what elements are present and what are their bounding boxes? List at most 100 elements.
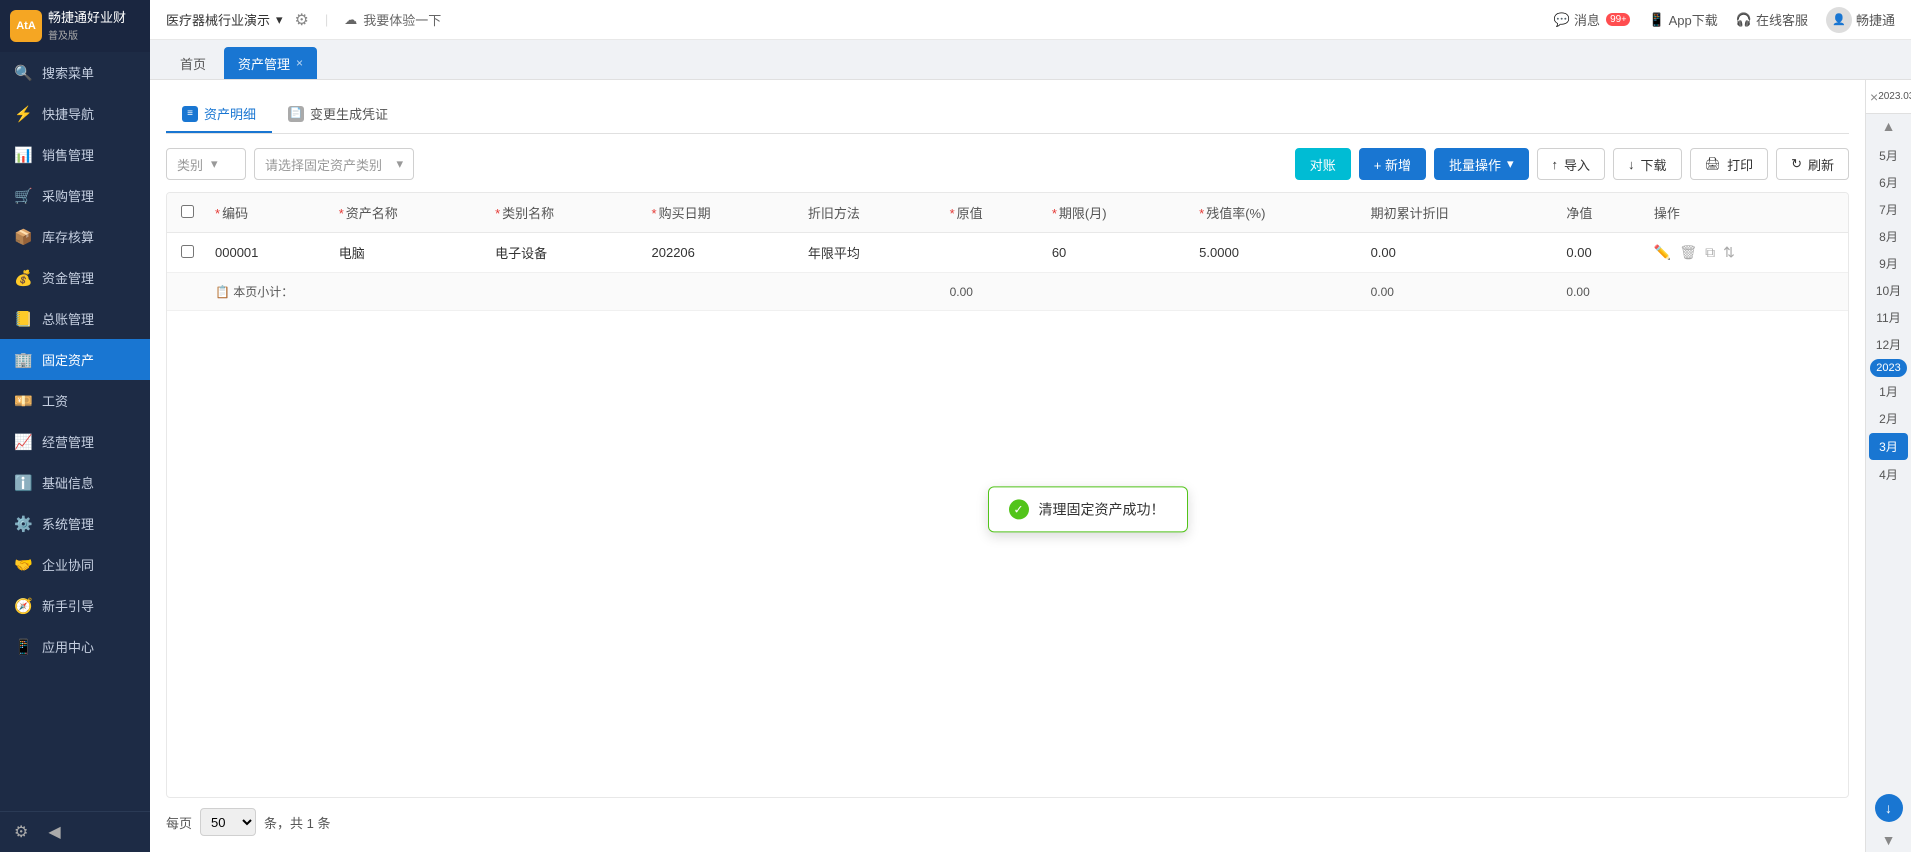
logo-icon: AtA bbox=[10, 10, 42, 42]
subtotal-label: 📋 本页小计： bbox=[207, 273, 942, 311]
cal-month-11[interactable]: 11月 bbox=[1866, 304, 1911, 331]
sidebar-item-sales[interactable]: 📊 销售管理 bbox=[0, 134, 150, 175]
col-residual: *残值率(%) bbox=[1191, 193, 1362, 233]
per-page-select[interactable]: 50 10 20 100 bbox=[200, 808, 256, 836]
row-checkbox[interactable] bbox=[181, 245, 194, 258]
user-profile[interactable]: 👤 畅捷通 bbox=[1826, 7, 1895, 33]
sidebar-item-ledger[interactable]: 📒 总账管理 bbox=[0, 298, 150, 339]
table-header-row: *编码 *资产名称 *类别名称 *购买日期 折旧方法 *原值 *期限(月) *残… bbox=[167, 193, 1848, 233]
collapse-icon[interactable]: ◀ bbox=[48, 822, 60, 842]
tab-close-icon[interactable]: × bbox=[296, 56, 303, 70]
category-filter-dropdown[interactable]: 请选择固定资产类别 ▾ bbox=[254, 148, 414, 180]
print-button[interactable]: 🖨 打印 bbox=[1690, 148, 1769, 180]
cal-month-4[interactable]: 4月 bbox=[1866, 461, 1911, 488]
per-page-label: 每页 bbox=[166, 813, 192, 832]
edit-icon[interactable]: ✏️ bbox=[1654, 244, 1671, 261]
cell-category: 电子设备 bbox=[487, 233, 643, 273]
toast-check-icon: ✓ bbox=[1009, 499, 1029, 519]
app-version: 普及版 bbox=[48, 27, 126, 42]
cal-download-icon[interactable]: ↓ bbox=[1875, 794, 1903, 822]
experience-link[interactable]: ☁ 我要体验一下 bbox=[344, 10, 441, 29]
messages-label: 消息 bbox=[1574, 10, 1600, 29]
finance-icon: 💰 bbox=[14, 269, 32, 287]
tab-home[interactable]: 首页 bbox=[166, 47, 220, 79]
cell-purchase-date: 202206 bbox=[644, 233, 800, 273]
sidebar-item-search[interactable]: 🔍 搜索菜单 bbox=[0, 52, 150, 93]
sidebar-item-purchase[interactable]: 🛒 采购管理 bbox=[0, 175, 150, 216]
sidebar-item-system[interactable]: ⚙️ 系统管理 bbox=[0, 503, 150, 544]
cal-month-6[interactable]: 6月 bbox=[1866, 169, 1911, 196]
company-dropdown-icon: ▾ bbox=[276, 12, 283, 28]
toast-message: 清理固定资产成功！ bbox=[1039, 499, 1165, 519]
company-selector[interactable]: 医疗器械行业演示 ▾ bbox=[166, 10, 283, 29]
tab-assets[interactable]: 资产管理 × bbox=[224, 47, 317, 79]
message-icon: 💬 bbox=[1554, 12, 1570, 28]
username: 畅捷通 bbox=[1856, 10, 1895, 29]
batch-button[interactable]: 批量操作 ▾ bbox=[1434, 148, 1529, 180]
sidebar-item-fixed-assets[interactable]: 🏢 固定资产 bbox=[0, 339, 150, 380]
assets-table: *编码 *资产名称 *类别名称 *购买日期 折旧方法 *原值 *期限(月) *残… bbox=[167, 193, 1848, 311]
topbar: 医疗器械行业演示 ▾ ⚙ | ☁ 我要体验一下 💬 消息 99+ 📱 App下载… bbox=[150, 0, 1911, 40]
download-button[interactable]: ↓ 下载 bbox=[1613, 148, 1682, 180]
sidebar-item-inventory[interactable]: 📦 库存核算 bbox=[0, 216, 150, 257]
calendar-months: 5月 6月 7月 8月 9月 10月 11月 12月 2023 1月 2月 3月… bbox=[1866, 138, 1911, 788]
change-voucher-icon: 📄 bbox=[288, 106, 304, 122]
tab-assets-label: 资产管理 bbox=[238, 54, 290, 73]
sidebar-item-label: 基础信息 bbox=[42, 473, 94, 492]
cal-month-9[interactable]: 9月 bbox=[1866, 250, 1911, 277]
sub-tab-change-voucher[interactable]: 📄 变更生成凭证 bbox=[272, 96, 404, 133]
sidebar-item-basic-info[interactable]: ℹ️ 基础信息 bbox=[0, 462, 150, 503]
payroll-icon: 💴 bbox=[14, 392, 32, 410]
app-download-button[interactable]: 📱 App下载 bbox=[1648, 10, 1717, 29]
sidebar-item-enterprise[interactable]: 🤝 企业协同 bbox=[0, 544, 150, 585]
subtotal-initial: 0.00 bbox=[1363, 273, 1559, 311]
reconcile-button[interactable]: 对账 bbox=[1295, 148, 1351, 180]
cal-month-7[interactable]: 7月 bbox=[1866, 196, 1911, 223]
new-button[interactable]: + 新增 bbox=[1359, 148, 1426, 180]
sidebar-item-payroll[interactable]: 💴 工资 bbox=[0, 380, 150, 421]
toolbar-left: 类别 ▾ 请选择固定资产类别 ▾ bbox=[166, 148, 1287, 180]
sidebar-item-finance[interactable]: 💰 资金管理 bbox=[0, 257, 150, 298]
sidebar-item-app-center[interactable]: 📱 应用中心 bbox=[0, 626, 150, 667]
sidebar-item-operations[interactable]: 📈 经营管理 bbox=[0, 421, 150, 462]
refresh-button[interactable]: ↻ 刷新 bbox=[1776, 148, 1849, 180]
cal-month-5[interactable]: 5月 bbox=[1866, 142, 1911, 169]
cell-original-value bbox=[942, 233, 1044, 273]
sidebar-item-label: 搜索菜单 bbox=[42, 63, 94, 82]
cal-year-2023[interactable]: 2023 bbox=[1870, 359, 1907, 377]
content-main: ≡ 资产明细 📄 变更生成凭证 类别 ▾ 请选择固定资产类别 bbox=[150, 80, 1865, 852]
sidebar-item-guide[interactable]: 🧭 新手引导 bbox=[0, 585, 150, 626]
cal-month-10[interactable]: 10月 bbox=[1866, 277, 1911, 304]
messages-button[interactable]: 💬 消息 99+ bbox=[1554, 10, 1631, 29]
cal-month-1[interactable]: 1月 bbox=[1866, 378, 1911, 405]
copy-icon[interactable]: ⧉ bbox=[1705, 244, 1715, 261]
cal-month-12[interactable]: 12月 bbox=[1866, 331, 1911, 358]
select-all-header[interactable] bbox=[167, 193, 207, 233]
panel-header: × 2023.03 ⤢ bbox=[1866, 80, 1911, 114]
select-all-checkbox[interactable] bbox=[181, 205, 194, 218]
col-initial-depreciation: 期初累计折旧 bbox=[1363, 193, 1559, 233]
cal-month-2[interactable]: 2月 bbox=[1866, 405, 1911, 432]
sub-tab-label: 变更生成凭证 bbox=[310, 104, 388, 123]
cal-month-3[interactable]: 3月 bbox=[1869, 433, 1908, 460]
cal-month-8[interactable]: 8月 bbox=[1866, 223, 1911, 250]
cal-up-icon[interactable]: ▲ bbox=[1882, 118, 1896, 134]
sub-tab-asset-detail[interactable]: ≡ 资产明细 bbox=[166, 96, 272, 133]
online-service-button[interactable]: 🎧 在线客服 bbox=[1736, 10, 1808, 29]
panel-close-icon[interactable]: × bbox=[1870, 89, 1878, 105]
appcenter-icon: 📱 bbox=[14, 638, 32, 656]
export-button[interactable]: ↑ 导入 bbox=[1537, 148, 1606, 180]
topbar-divider: | bbox=[325, 12, 328, 27]
cell-code: 000001 bbox=[207, 233, 331, 273]
panel-year: 2023.03 bbox=[1878, 91, 1911, 102]
settings-icon[interactable]: ⚙ bbox=[14, 822, 28, 842]
delete-icon[interactable]: 🗑 bbox=[1679, 244, 1697, 261]
cal-down-icon[interactable]: ▼ bbox=[1882, 832, 1896, 848]
settings-gear-icon[interactable]: ⚙ bbox=[295, 10, 309, 30]
app-name: 畅捷通好业财 bbox=[48, 10, 126, 27]
sidebar-item-quick-nav[interactable]: ⚡ 快捷导航 bbox=[0, 93, 150, 134]
row-checkbox-cell[interactable] bbox=[167, 233, 207, 273]
search-icon: 🔍 bbox=[14, 64, 32, 82]
more-icon[interactable]: ⇅ bbox=[1723, 244, 1735, 261]
calendar-nav: ▲ bbox=[1866, 114, 1911, 138]
